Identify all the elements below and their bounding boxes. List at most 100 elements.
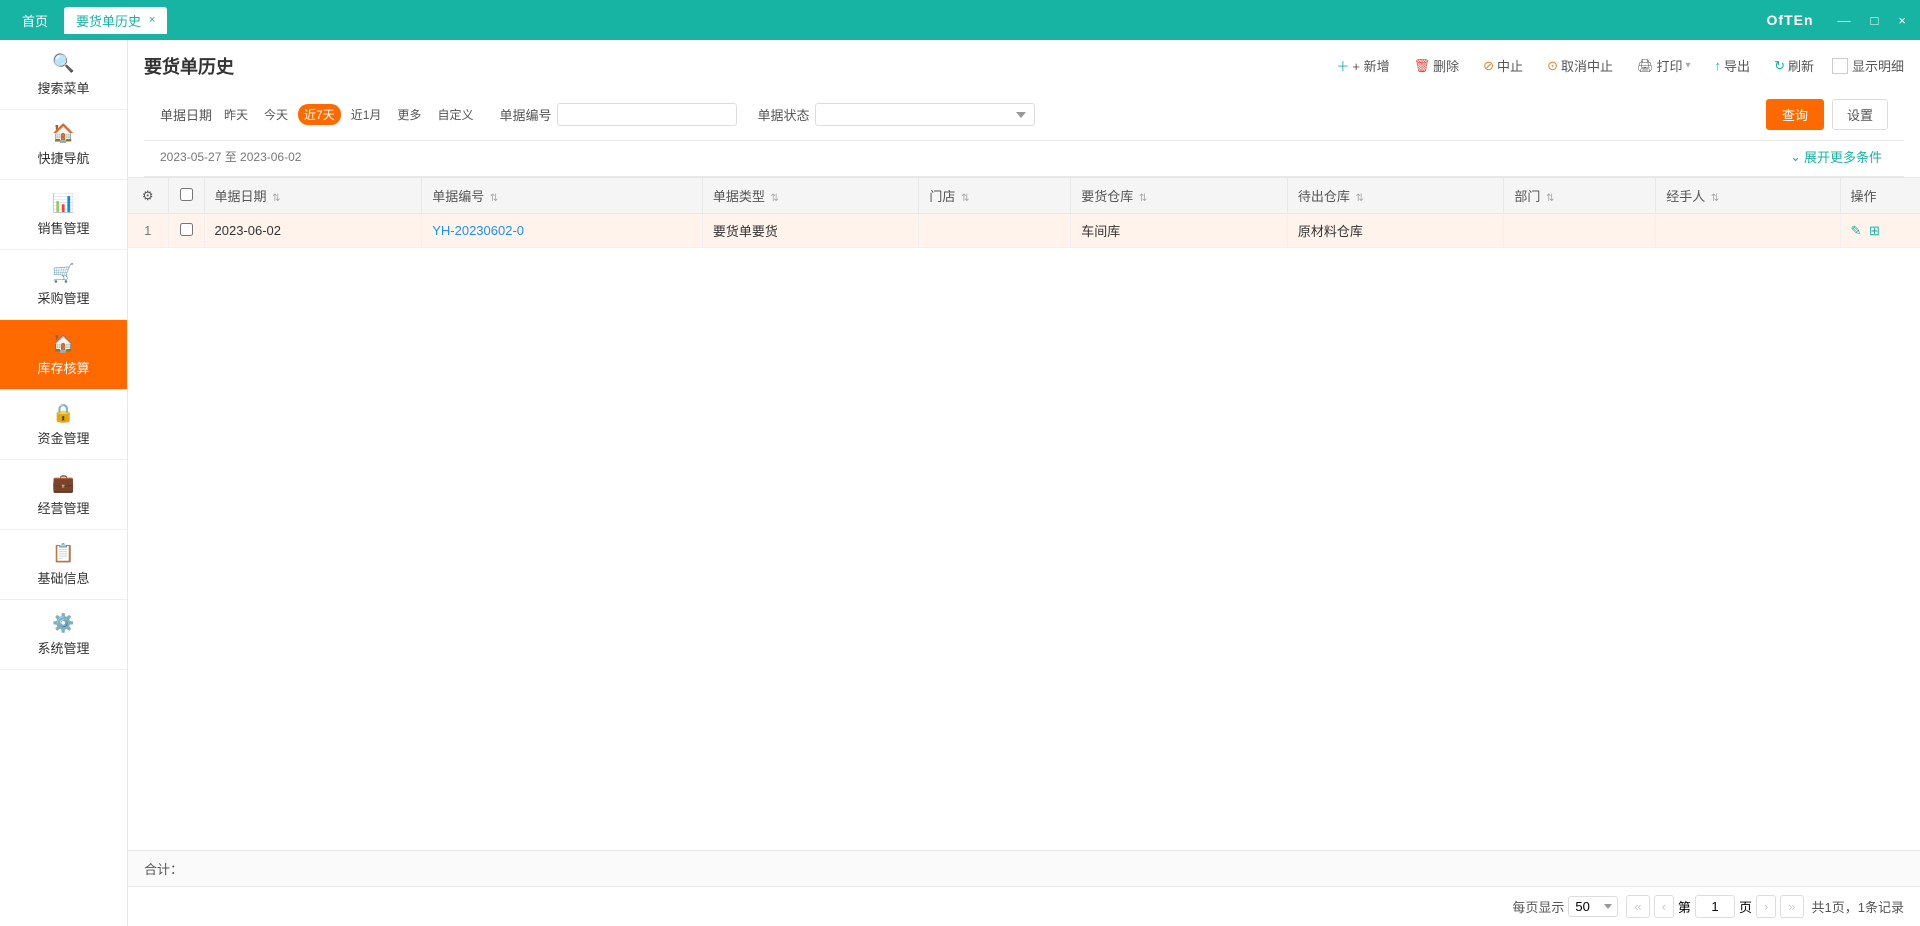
row-date: 2023-06-02 [204, 214, 422, 248]
stop-button[interactable]: ⊘ 中止 [1477, 52, 1529, 79]
tab-home[interactable]: 首页 [10, 7, 60, 34]
col-store[interactable]: 门店 ⇅ [919, 178, 1071, 214]
row-type: 要货单要货 [702, 214, 919, 248]
basic-icon: 📋 [53, 542, 75, 564]
filter-bar-secondary: 2023-05-27 至 2023-06-02 ⌄ 展开更多条件 [144, 141, 1904, 177]
date-btn-1month[interactable]: 近1月 [345, 104, 388, 125]
tab-close-icon[interactable]: × [149, 14, 155, 26]
sidebar-item-purchase-label: 采购管理 [37, 288, 89, 307]
sidebar-item-inventory-label: 库存核算 [37, 358, 89, 377]
window-close-icon[interactable]: × [1894, 13, 1910, 28]
refresh-button[interactable]: ↻ 刷新 [1768, 52, 1820, 79]
sidebar-item-purchase[interactable]: 🛒 采购管理 [0, 250, 127, 320]
pagination-bar: 每页显示 50 10 20 100 « ‹ 第 页 › » 共1页，1条记录 [128, 886, 1920, 926]
new-icon: ＋ [1336, 56, 1349, 75]
col-no[interactable]: 单据编号 ⇅ [422, 178, 703, 214]
sort-wait-warehouse-icon: ⇅ [1355, 193, 1363, 204]
maximize-icon[interactable]: □ [1867, 13, 1883, 28]
finance-icon: 🔒 [53, 402, 75, 424]
search-icon: 🔍 [53, 52, 75, 74]
date-btn-yesterday[interactable]: 昨天 [218, 104, 254, 125]
row-no: YH-20230602-0 [422, 214, 703, 248]
page-header: 要货单历史 ＋ + 新增 🗑 删除 ⊘ 中止 ⊙ [128, 40, 1920, 178]
sidebar-item-basic[interactable]: 📋 基础信息 [0, 530, 127, 600]
date-range-display: 2023-05-27 至 2023-06-02 [160, 148, 301, 165]
table-area: ⚙ 单据日期 ⇅ 单据编号 ⇅ 单据类型 [128, 178, 1920, 850]
row-checkbox[interactable] [180, 223, 193, 236]
per-page-select[interactable]: 50 10 20 100 [1568, 896, 1618, 917]
row-req-warehouse: 车间库 [1071, 214, 1288, 248]
row-wait-warehouse: 原材料仓库 [1287, 214, 1504, 248]
table-header-row: ⚙ 单据日期 ⇅ 单据编号 ⇅ 单据类型 [128, 178, 1920, 214]
tab-order-history-label: 要货单历史 [76, 11, 141, 30]
sidebar-item-finance[interactable]: 🔒 资金管理 [0, 390, 127, 460]
cancel-stop-button[interactable]: ⊙ 取消中止 [1541, 52, 1619, 79]
first-page-button[interactable]: « [1626, 895, 1649, 918]
settings-button[interactable]: 设置 [1832, 99, 1888, 130]
query-button[interactable]: 查询 [1766, 99, 1824, 130]
sidebar-item-system[interactable]: ⚙️ 系统管理 [0, 600, 127, 670]
prev-page-button[interactable]: ‹ [1654, 895, 1674, 918]
sidebar-item-search[interactable]: 🔍 搜索菜单 [0, 40, 127, 110]
print-button[interactable]: 🖨 打印 ▾ [1631, 52, 1697, 79]
sort-type-icon: ⇅ [771, 193, 779, 204]
col-handler[interactable]: 经手人 ⇅ [1656, 178, 1840, 214]
filter-actions: 查询 设置 [1766, 99, 1888, 130]
select-all-checkbox[interactable] [180, 188, 193, 201]
data-table: ⚙ 单据日期 ⇅ 单据编号 ⇅ 单据类型 [128, 178, 1920, 248]
col-dept[interactable]: 部门 ⇅ [1504, 178, 1656, 214]
status-filter-group: 单据状态 [757, 103, 1035, 126]
sidebar-item-inventory[interactable]: 🏠 库存核算 [0, 320, 127, 390]
col-date[interactable]: 单据日期 ⇅ [204, 178, 422, 214]
status-label: 单据状态 [757, 105, 809, 124]
row-edit-button[interactable]: ✎ [1851, 223, 1862, 238]
purchase-icon: 🛒 [53, 262, 75, 284]
col-settings[interactable]: ⚙ [128, 178, 168, 214]
date-btn-custom[interactable]: 自定义 [431, 104, 479, 125]
row-ops-cell: ✎ ⊞ [1840, 214, 1920, 248]
delete-button[interactable]: 🗑 删除 [1408, 52, 1466, 79]
page-label: 第 [1678, 897, 1691, 916]
date-btn-today[interactable]: 今天 [258, 104, 294, 125]
date-btn-more[interactable]: 更多 [391, 104, 427, 125]
table-row: 1 2023-06-02 YH-20230602-0 要货单要货 车间库 原材料… [128, 214, 1920, 248]
date-filter-group: 单据日期 昨天 今天 近7天 近1月 更多 自定义 [160, 104, 479, 125]
home-icon: 🏠 [53, 122, 75, 144]
per-page-group: 每页显示 50 10 20 100 [1512, 896, 1618, 917]
order-no-input[interactable] [557, 103, 737, 126]
next-page-button[interactable]: › [1756, 895, 1776, 918]
sidebar-item-operations-label: 经营管理 [37, 498, 89, 517]
status-select[interactable] [815, 103, 1035, 126]
show-detail-checkbox[interactable] [1832, 58, 1848, 74]
show-detail-toggle[interactable]: 显示明细 [1832, 56, 1904, 75]
date-btn-7days[interactable]: 近7天 [298, 104, 341, 125]
sort-req-warehouse-icon: ⇅ [1139, 193, 1147, 204]
total-label: 合计： [144, 859, 183, 878]
sidebar-item-quicknav[interactable]: 🏠 快捷导航 [0, 110, 127, 180]
export-button[interactable]: ↑ 导出 [1709, 52, 1757, 79]
date-label: 单据日期 [160, 105, 212, 124]
new-button[interactable]: ＋ + 新增 [1330, 52, 1395, 79]
expand-more-button[interactable]: ⌄ 展开更多条件 [1784, 145, 1888, 168]
minimize-icon[interactable]: — [1834, 13, 1855, 28]
col-req-warehouse[interactable]: 要货仓库 ⇅ [1071, 178, 1288, 214]
date-quick-buttons: 昨天 今天 近7天 近1月 更多 自定义 [218, 104, 479, 125]
sidebar-item-sales[interactable]: 📊 销售管理 [0, 180, 127, 250]
last-page-button[interactable]: » [1780, 895, 1803, 918]
toolbar: ＋ + 新增 🗑 删除 ⊘ 中止 ⊙ 取消中止 [1330, 52, 1904, 79]
page-suffix: 页 [1739, 897, 1752, 916]
row-no-link[interactable]: YH-20230602-0 [432, 223, 524, 238]
col-ops: 操作 [1840, 178, 1920, 214]
col-type[interactable]: 单据类型 ⇅ [702, 178, 919, 214]
tab-order-history[interactable]: 要货单历史 × [64, 7, 167, 34]
col-wait-warehouse[interactable]: 待出仓库 ⇅ [1287, 178, 1504, 214]
row-detail-button[interactable]: ⊞ [1869, 223, 1880, 238]
row-handler [1656, 214, 1840, 248]
page-title: 要货单历史 [144, 53, 234, 79]
chevron-down-icon: ⌄ [1790, 149, 1801, 165]
row-checkbox-cell [168, 214, 204, 248]
page-navigation: « ‹ 第 页 › » [1626, 895, 1803, 918]
page-input[interactable] [1695, 895, 1735, 918]
export-icon: ↑ [1715, 58, 1722, 73]
sidebar-item-operations[interactable]: 💼 经营管理 [0, 460, 127, 530]
